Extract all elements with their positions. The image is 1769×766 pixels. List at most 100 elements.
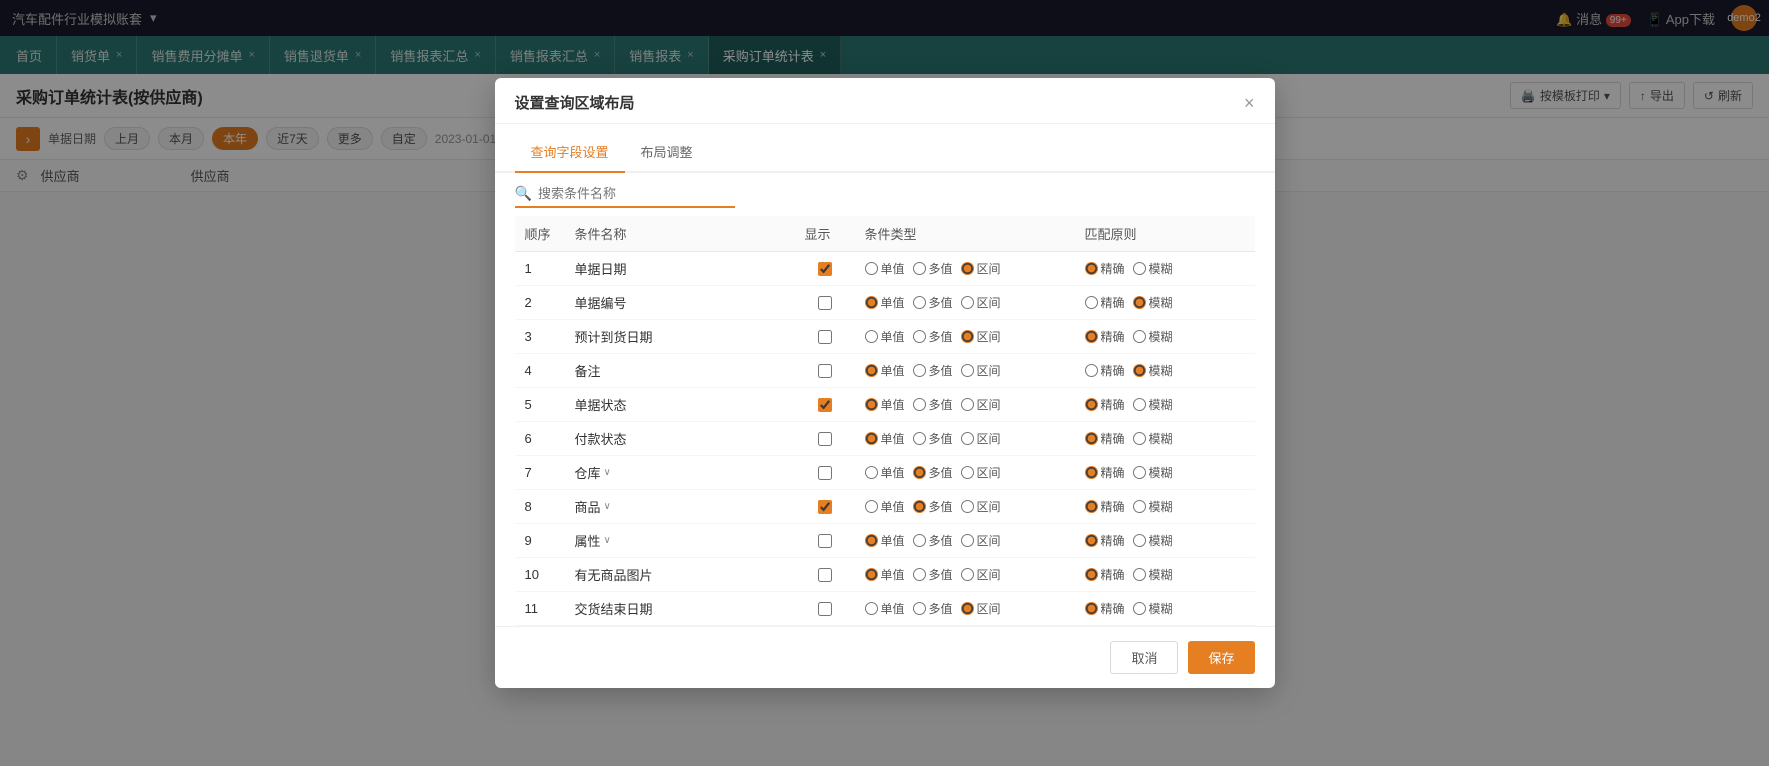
type-radio-多值-8[interactable] <box>913 534 926 547</box>
type-radio-区间-6[interactable] <box>961 466 974 479</box>
type-radio-多值-5[interactable] <box>913 432 926 445</box>
cancel-button[interactable]: 取消 <box>1110 641 1178 674</box>
type-option-区间-4[interactable]: 区间 <box>961 396 1001 413</box>
type-radio-区间-0[interactable] <box>961 262 974 275</box>
type-option-单值-3[interactable]: 单值 <box>865 362 905 379</box>
match-option-模糊-4[interactable]: 模糊 <box>1133 396 1173 413</box>
display-checkbox-8[interactable] <box>818 534 832 548</box>
type-option-单值-2[interactable]: 单值 <box>865 328 905 345</box>
type-radio-多值-1[interactable] <box>913 296 926 309</box>
type-option-区间-8[interactable]: 区间 <box>961 532 1001 549</box>
match-option-模糊-7[interactable]: 模糊 <box>1133 498 1173 515</box>
display-checkbox-5[interactable] <box>818 432 832 446</box>
type-option-区间-7[interactable]: 区间 <box>961 498 1001 515</box>
type-radio-单值-0[interactable] <box>865 262 878 275</box>
match-option-精确-7[interactable]: 精确 <box>1085 498 1125 515</box>
match-radio-精确-7[interactable] <box>1085 500 1098 513</box>
type-option-多值-6[interactable]: 多值 <box>913 464 953 481</box>
type-option-单值-8[interactable]: 单值 <box>865 532 905 549</box>
match-radio-精确-0[interactable] <box>1085 262 1098 275</box>
match-radio-模糊-7[interactable] <box>1133 500 1146 513</box>
save-button[interactable]: 保存 <box>1188 641 1254 674</box>
type-option-多值-2[interactable]: 多值 <box>913 328 953 345</box>
type-radio-多值-3[interactable] <box>913 364 926 377</box>
match-radio-精确-3[interactable] <box>1085 364 1098 377</box>
type-option-区间-3[interactable]: 区间 <box>961 362 1001 379</box>
type-option-单值-9[interactable]: 单值 <box>865 566 905 583</box>
match-radio-精确-1[interactable] <box>1085 296 1098 309</box>
type-radio-单值-1[interactable] <box>865 296 878 309</box>
type-radio-单值-7[interactable] <box>865 500 878 513</box>
match-option-精确-5[interactable]: 精确 <box>1085 430 1125 447</box>
match-option-模糊-8[interactable]: 模糊 <box>1133 532 1173 549</box>
type-option-多值-5[interactable]: 多值 <box>913 430 953 447</box>
match-option-精确-1[interactable]: 精确 <box>1085 294 1125 311</box>
match-option-模糊-2[interactable]: 模糊 <box>1133 328 1173 345</box>
match-radio-模糊-1[interactable] <box>1133 296 1146 309</box>
match-radio-模糊-5[interactable] <box>1133 432 1146 445</box>
type-option-单值-7[interactable]: 单值 <box>865 498 905 515</box>
display-checkbox-4[interactable] <box>818 398 832 412</box>
match-option-精确-2[interactable]: 精确 <box>1085 328 1125 345</box>
match-option-模糊-9[interactable]: 模糊 <box>1133 566 1173 583</box>
type-option-多值-9[interactable]: 多值 <box>913 566 953 583</box>
match-radio-模糊-2[interactable] <box>1133 330 1146 343</box>
display-checkbox-10[interactable] <box>818 602 832 616</box>
match-option-模糊-6[interactable]: 模糊 <box>1133 464 1173 481</box>
type-radio-多值-7[interactable] <box>913 500 926 513</box>
type-option-单值-10[interactable]: 单值 <box>865 600 905 617</box>
display-checkbox-1[interactable] <box>818 296 832 310</box>
match-radio-模糊-8[interactable] <box>1133 534 1146 547</box>
display-checkbox-3[interactable] <box>818 364 832 378</box>
type-radio-多值-4[interactable] <box>913 398 926 411</box>
type-option-多值-1[interactable]: 多值 <box>913 294 953 311</box>
display-checkbox-7[interactable] <box>818 500 832 514</box>
type-radio-多值-2[interactable] <box>913 330 926 343</box>
type-option-区间-1[interactable]: 区间 <box>961 294 1001 311</box>
match-radio-模糊-3[interactable] <box>1133 364 1146 377</box>
type-radio-区间-9[interactable] <box>961 568 974 581</box>
match-radio-模糊-10[interactable] <box>1133 602 1146 615</box>
match-radio-模糊-0[interactable] <box>1133 262 1146 275</box>
type-radio-区间-2[interactable] <box>961 330 974 343</box>
search-input[interactable] <box>538 186 735 201</box>
type-option-区间-9[interactable]: 区间 <box>961 566 1001 583</box>
type-radio-单值-6[interactable] <box>865 466 878 479</box>
display-checkbox-0[interactable] <box>818 262 832 276</box>
match-radio-精确-8[interactable] <box>1085 534 1098 547</box>
tab-query-fields[interactable]: 查询字段设置 <box>515 136 625 173</box>
match-option-模糊-10[interactable]: 模糊 <box>1133 600 1173 617</box>
match-option-精确-0[interactable]: 精确 <box>1085 260 1125 277</box>
display-checkbox-6[interactable] <box>818 466 832 480</box>
type-radio-区间-1[interactable] <box>961 296 974 309</box>
type-radio-多值-10[interactable] <box>913 602 926 615</box>
type-option-区间-6[interactable]: 区间 <box>961 464 1001 481</box>
type-radio-单值-9[interactable] <box>865 568 878 581</box>
tab-layout-adjust[interactable]: 布局调整 <box>625 136 709 173</box>
match-radio-精确-4[interactable] <box>1085 398 1098 411</box>
type-option-多值-7[interactable]: 多值 <box>913 498 953 515</box>
type-option-单值-4[interactable]: 单值 <box>865 396 905 413</box>
type-option-区间-10[interactable]: 区间 <box>961 600 1001 617</box>
type-option-单值-6[interactable]: 单值 <box>865 464 905 481</box>
type-option-单值-1[interactable]: 单值 <box>865 294 905 311</box>
type-radio-区间-4[interactable] <box>961 398 974 411</box>
match-option-模糊-0[interactable]: 模糊 <box>1133 260 1173 277</box>
type-option-单值-0[interactable]: 单值 <box>865 260 905 277</box>
match-option-精确-9[interactable]: 精确 <box>1085 566 1125 583</box>
type-radio-多值-0[interactable] <box>913 262 926 275</box>
type-option-多值-10[interactable]: 多值 <box>913 600 953 617</box>
type-option-多值-4[interactable]: 多值 <box>913 396 953 413</box>
match-radio-精确-9[interactable] <box>1085 568 1098 581</box>
match-option-精确-3[interactable]: 精确 <box>1085 362 1125 379</box>
match-radio-模糊-4[interactable] <box>1133 398 1146 411</box>
match-radio-模糊-9[interactable] <box>1133 568 1146 581</box>
match-radio-精确-10[interactable] <box>1085 602 1098 615</box>
match-radio-精确-2[interactable] <box>1085 330 1098 343</box>
type-radio-单值-2[interactable] <box>865 330 878 343</box>
type-radio-单值-4[interactable] <box>865 398 878 411</box>
type-option-区间-0[interactable]: 区间 <box>961 260 1001 277</box>
type-radio-区间-3[interactable] <box>961 364 974 377</box>
match-radio-模糊-6[interactable] <box>1133 466 1146 479</box>
match-option-精确-4[interactable]: 精确 <box>1085 396 1125 413</box>
